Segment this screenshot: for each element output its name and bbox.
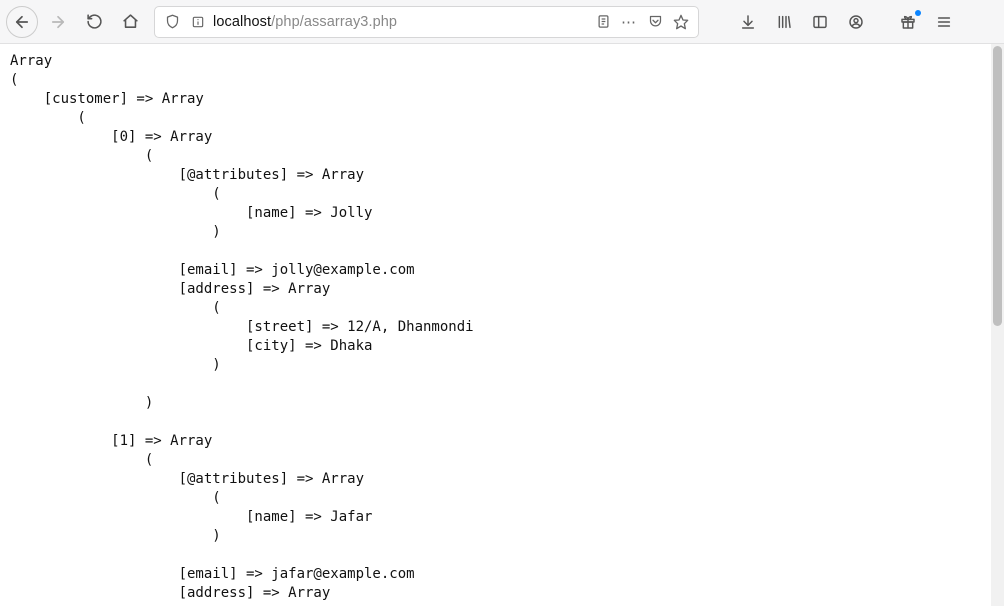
sidebar-button[interactable] xyxy=(803,6,837,38)
reader-mode-icon[interactable] xyxy=(592,11,614,33)
home-icon xyxy=(122,13,139,30)
back-button[interactable] xyxy=(6,6,38,38)
app-menu-button[interactable] xyxy=(927,6,961,38)
scrollbar-track[interactable] xyxy=(991,44,1004,606)
whats-new-button[interactable] xyxy=(891,6,925,38)
download-icon xyxy=(740,14,756,30)
page-actions-icon[interactable]: ⋯ xyxy=(618,11,640,33)
sidebar-icon xyxy=(812,14,828,30)
bookmark-star-icon[interactable] xyxy=(670,11,692,33)
account-icon xyxy=(848,14,864,30)
library-icon xyxy=(776,14,792,30)
arrow-right-icon xyxy=(49,13,67,31)
php-print-r-output: Array ( [customer] => Array ( [0] => Arr… xyxy=(0,44,1004,603)
gift-icon xyxy=(900,14,916,30)
library-button[interactable] xyxy=(767,6,801,38)
reload-button[interactable] xyxy=(78,6,110,38)
scrollbar-thumb[interactable] xyxy=(993,46,1002,326)
reload-icon xyxy=(86,13,103,30)
hamburger-icon xyxy=(936,14,952,30)
shield-icon[interactable] xyxy=(161,11,183,33)
page-viewport: Array ( [customer] => Array ( [0] => Arr… xyxy=(0,44,1004,606)
url-text[interactable]: localhost/php/assarray3.php xyxy=(213,14,586,30)
home-button[interactable] xyxy=(114,6,146,38)
address-bar[interactable]: localhost/php/assarray3.php ⋯ xyxy=(154,6,699,38)
forward-button[interactable] xyxy=(42,6,74,38)
notification-dot-icon xyxy=(915,10,921,16)
account-button[interactable] xyxy=(839,6,873,38)
site-info-icon[interactable] xyxy=(189,11,207,33)
arrow-left-icon xyxy=(13,13,31,31)
downloads-button[interactable] xyxy=(731,6,765,38)
browser-toolbar: localhost/php/assarray3.php ⋯ xyxy=(0,0,1004,44)
pocket-icon[interactable] xyxy=(644,11,666,33)
